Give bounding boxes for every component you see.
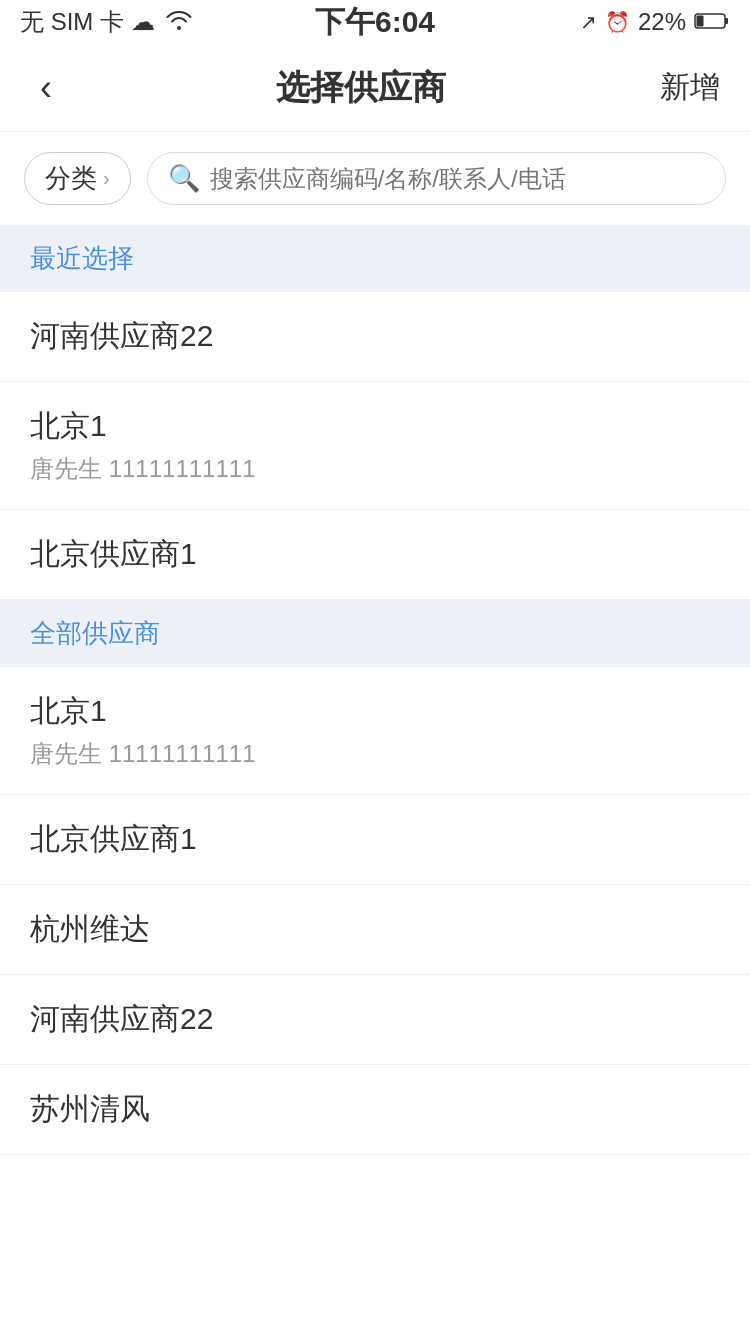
wifi-icon (165, 8, 193, 36)
list-item[interactable]: 苏州清风 (0, 1065, 750, 1155)
list-item[interactable]: 北京1 唐先生 11111111111 (0, 382, 750, 510)
list-item[interactable]: 北京供应商1 (0, 795, 750, 885)
battery-icon (694, 8, 730, 36)
item-name: 河南供应商22 (30, 999, 720, 1040)
alarm-icon: ⏰ (605, 10, 630, 34)
svg-rect-2 (697, 16, 704, 27)
list-item[interactable]: 河南供应商22 (0, 292, 750, 382)
all-list: 北京1 唐先生 11111111111 北京供应商1 杭州维达河南供应商22 苏州清风 (0, 667, 750, 1155)
list-item[interactable]: 北京供应商1 (0, 510, 750, 600)
category-button[interactable]: 分类 › (24, 152, 131, 205)
item-name: 北京1 (30, 691, 720, 732)
category-label: 分类 (45, 161, 97, 196)
item-sub: 唐先生 11111111111 (30, 738, 720, 770)
recent-list: 河南供应商22 北京1 唐先生 11111111111 北京供应商1 (0, 292, 750, 600)
no-sim-text: 无 SIM 卡 ☁ (20, 6, 155, 38)
item-name: 苏州清风 (30, 1089, 720, 1130)
recent-section-header: 最近选择 (0, 225, 750, 292)
status-bar: 无 SIM 卡 ☁ 下午6:04 ↗ ⏰ 22% (0, 0, 750, 44)
item-name: 北京1 (30, 406, 720, 447)
item-name: 杭州维达 (30, 909, 720, 950)
list-item[interactable]: 北京1 唐先生 11111111111 (0, 667, 750, 795)
nav-bar: ‹ 选择供应商 新增 (0, 44, 750, 132)
back-button[interactable]: ‹ (30, 57, 62, 119)
add-button[interactable]: 新增 (660, 67, 720, 108)
item-name: 北京供应商1 (30, 534, 720, 575)
search-bar: 分类 › 🔍 (0, 132, 750, 225)
svg-rect-1 (725, 18, 728, 24)
page-title: 选择供应商 (276, 65, 446, 111)
battery-text: 22% (638, 8, 686, 36)
status-time: 下午6:04 (315, 2, 435, 43)
status-left: 无 SIM 卡 ☁ (20, 6, 193, 38)
chevron-right-icon: › (103, 167, 110, 190)
list-item[interactable]: 杭州维达 (0, 885, 750, 975)
search-input-wrap[interactable]: 🔍 (147, 152, 726, 205)
list-item[interactable]: 河南供应商22 (0, 975, 750, 1065)
all-section-header: 全部供应商 (0, 600, 750, 667)
item-name: 北京供应商1 (30, 819, 720, 860)
location-icon: ↗ (580, 10, 597, 34)
item-sub: 唐先生 11111111111 (30, 453, 720, 485)
item-name: 河南供应商22 (30, 316, 720, 357)
search-icon: 🔍 (168, 163, 200, 194)
status-right: ↗ ⏰ 22% (580, 8, 730, 36)
search-input[interactable] (210, 165, 705, 193)
